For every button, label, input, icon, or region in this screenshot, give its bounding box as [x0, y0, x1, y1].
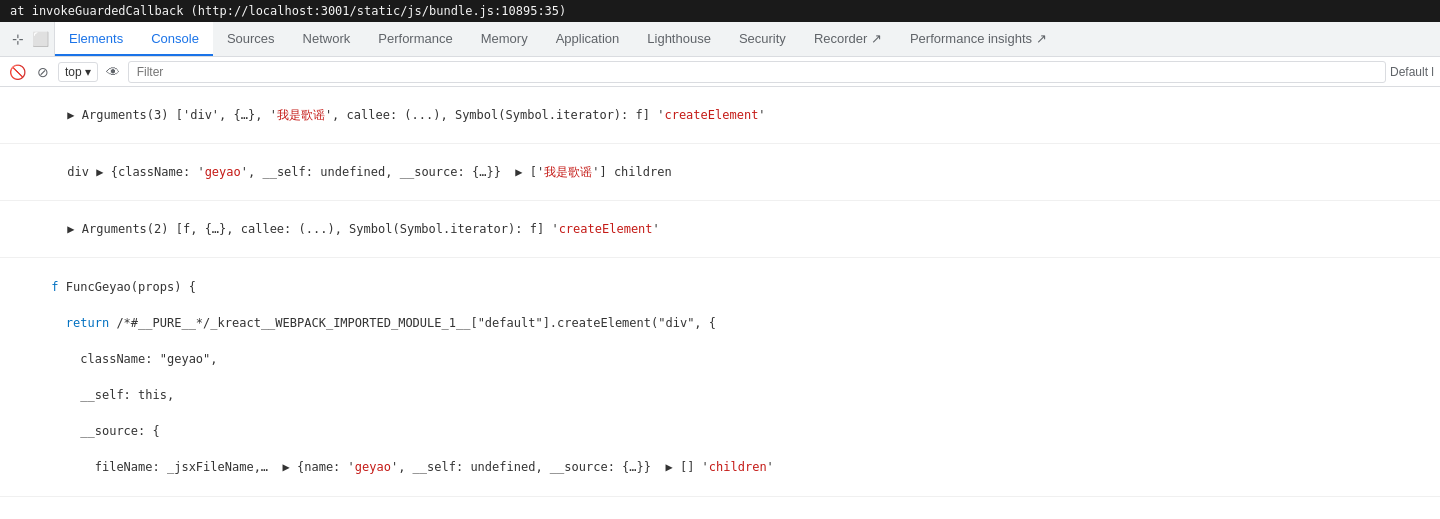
top-error-bar: at invokeGuardedCallback (http://localho… — [0, 0, 1440, 22]
tab-security[interactable]: Security — [725, 22, 800, 56]
filter-icon[interactable]: ⊘ — [32, 61, 54, 83]
filter-input[interactable] — [128, 61, 1386, 83]
tab-console[interactable]: Console — [137, 22, 213, 56]
tab-bar: ⊹ ⬜ Elements Console Sources Network Per… — [0, 22, 1440, 57]
top-label: top — [65, 65, 82, 79]
tab-application[interactable]: Application — [542, 22, 634, 56]
device-icon[interactable]: ⬜ — [30, 29, 50, 49]
console-row[interactable]: ▶ Arguments(2) [f, {…}, callee: (...), S… — [0, 201, 1440, 258]
clear-console-icon[interactable]: 🚫 — [6, 61, 28, 83]
inspect-icon[interactable]: ⊹ — [8, 29, 28, 49]
row-content: ▶ Arguments(3) ['div', {…}, '我是歌谣', call… — [24, 88, 1432, 142]
console-toolbar: 🚫 ⊘ top ▾ 👁 Default l — [0, 57, 1440, 87]
tab-recorder[interactable]: Recorder ↗ — [800, 22, 896, 56]
row-content: div ▶ {className: 'geyao', __self: undef… — [24, 145, 1432, 199]
tab-sources[interactable]: Sources — [213, 22, 289, 56]
console-row[interactable]: ▶ Arguments(3) ['div', {…}, '我是歌谣', call… — [0, 87, 1440, 144]
top-error-text: at invokeGuardedCallback (http://localho… — [10, 4, 566, 18]
tab-performance[interactable]: Performance — [364, 22, 466, 56]
tab-performance-insights[interactable]: Performance insights ↗ — [896, 22, 1061, 56]
row-content: ▶ Arguments(2) [f, {…}, callee: (...), S… — [24, 498, 1432, 519]
console-row[interactable]: f FuncGeyao(props) { return /*#__PURE__*… — [0, 258, 1440, 497]
tab-network[interactable]: Network — [289, 22, 365, 56]
row-content: f FuncGeyao(props) { return /*#__PURE__*… — [8, 260, 1432, 494]
context-dropdown[interactable]: top ▾ — [58, 62, 98, 82]
tab-elements[interactable]: Elements — [55, 22, 137, 56]
tab-lighthouse[interactable]: Lighthouse — [633, 22, 725, 56]
console-output: ▶ Arguments(3) ['div', {…}, '我是歌谣', call… — [0, 87, 1440, 519]
console-row[interactable]: div ▶ {className: 'geyao', __self: undef… — [0, 144, 1440, 201]
dropdown-arrow-icon: ▾ — [85, 65, 91, 79]
default-label: Default l — [1390, 65, 1434, 79]
eye-icon[interactable]: 👁 — [102, 61, 124, 83]
console-row[interactable]: ▶ Arguments(2) [f, {…}, callee: (...), S… — [0, 497, 1440, 519]
tab-bar-icons: ⊹ ⬜ — [4, 22, 55, 56]
tab-memory[interactable]: Memory — [467, 22, 542, 56]
row-content: ▶ Arguments(2) [f, {…}, callee: (...), S… — [24, 202, 1432, 256]
